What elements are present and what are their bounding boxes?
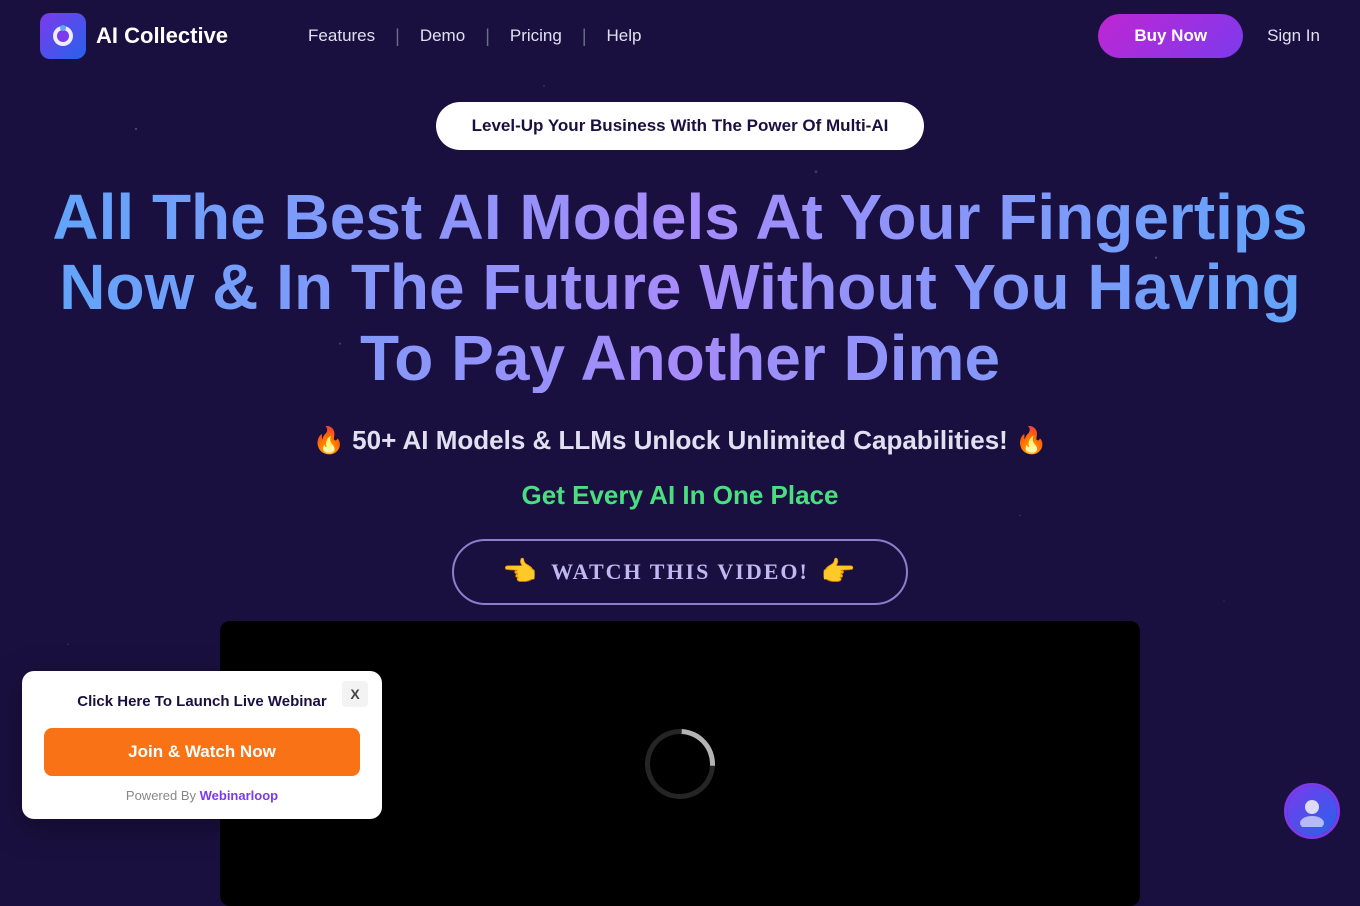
arrow-left-icon: 👈: [502, 555, 539, 589]
brand-name: AI Collective: [96, 23, 228, 49]
sign-in-link[interactable]: Sign In: [1267, 26, 1320, 46]
powered-by-text: Powered By: [126, 788, 200, 803]
arrow-right-icon: 👉: [821, 555, 858, 589]
fire-icon-left: 🔥: [313, 425, 345, 455]
popup-close-button[interactable]: X: [342, 681, 368, 707]
avatar-image: [1287, 783, 1337, 839]
nav-divider-1: |: [395, 26, 400, 47]
fire-icon-right: 🔥: [1015, 425, 1047, 455]
buy-now-button[interactable]: Buy Now: [1098, 14, 1243, 58]
hero-subtitle-text: 50+ AI Models & LLMs Unlock Unlimited Ca…: [352, 425, 1015, 455]
webinar-title: Click Here To Launch Live Webinar: [44, 691, 360, 712]
logo-icon: [40, 13, 86, 59]
webinar-join-button[interactable]: Join & Watch Now: [44, 728, 360, 776]
hero-title: All The Best AI Models At Your Fingertip…: [40, 182, 1320, 393]
nav-help[interactable]: Help: [607, 26, 642, 46]
navbar: AI Collective Features | Demo | Pricing …: [0, 0, 1360, 72]
nav-right: Buy Now Sign In: [1098, 14, 1320, 58]
video-spinner: [636, 720, 724, 808]
nav-divider-3: |: [582, 26, 587, 47]
hero-subtitle: 🔥 50+ AI Models & LLMs Unlock Unlimited …: [40, 425, 1320, 456]
pill-badge: Level-Up Your Business With The Power Of…: [436, 102, 925, 150]
nav-demo[interactable]: Demo: [420, 26, 465, 46]
webinarloop-link[interactable]: Webinarloop: [200, 788, 278, 803]
logo-area[interactable]: AI Collective: [40, 13, 228, 59]
nav-divider-2: |: [485, 26, 490, 47]
watch-label: WATCH THIS VIDEO!: [551, 559, 809, 585]
watch-badge: 👈 WATCH THIS VIDEO! 👉: [452, 539, 907, 605]
nav-links: Features | Demo | Pricing | Help: [308, 26, 641, 47]
watch-badge-inner: 👈 WATCH THIS VIDEO! 👉: [452, 539, 907, 605]
avatar-button[interactable]: [1284, 783, 1340, 839]
nav-pricing[interactable]: Pricing: [510, 26, 562, 46]
hero-cta-text: Get Every AI In One Place: [40, 480, 1320, 511]
webinar-popup: X Click Here To Launch Live Webinar Join…: [22, 671, 382, 819]
nav-features[interactable]: Features: [308, 26, 375, 46]
webinar-footer: Powered By Webinarloop: [44, 788, 360, 803]
